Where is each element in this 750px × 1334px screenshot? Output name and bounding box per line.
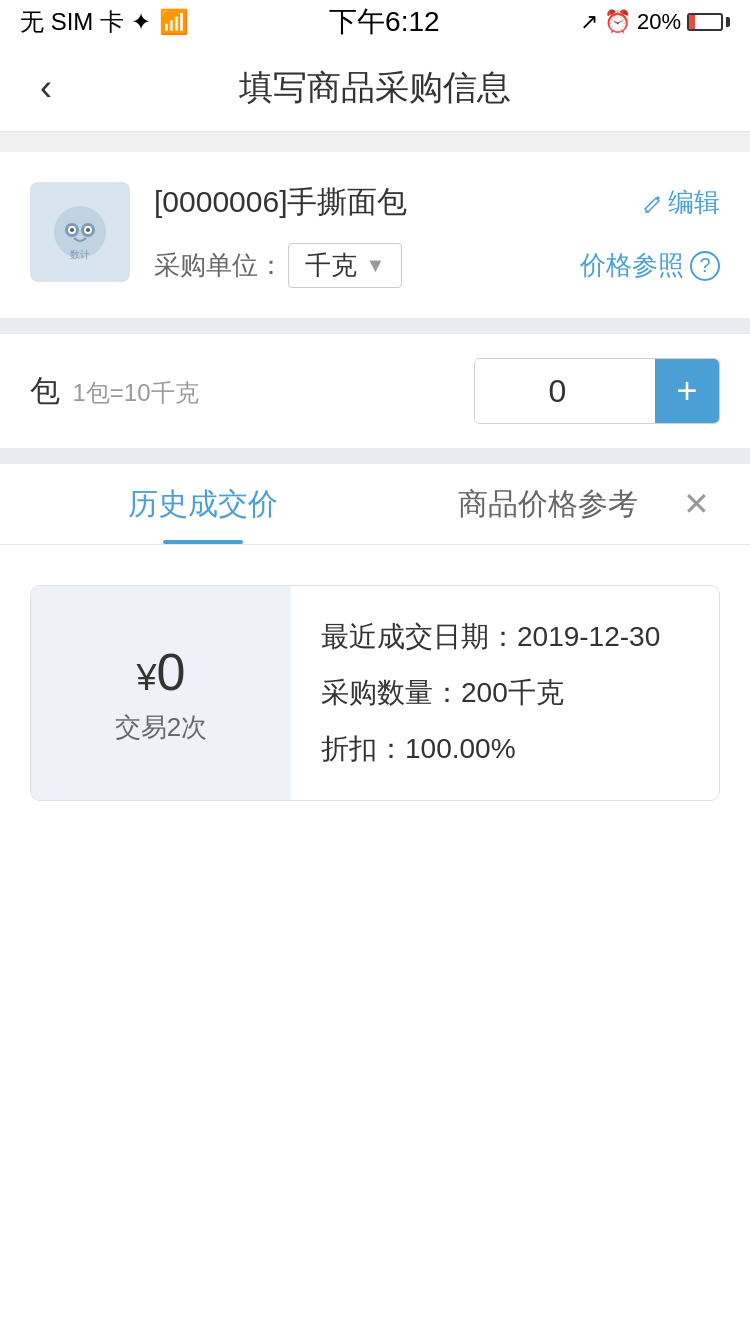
product-thumbnail: 数计: [30, 182, 130, 282]
unit-label: 采购单位：: [154, 250, 284, 280]
tab-close-button[interactable]: ✕: [673, 475, 720, 533]
section-divider-1: [0, 318, 750, 334]
status-time: 下午6:12: [329, 3, 440, 41]
wifi-icon: 📶: [159, 8, 189, 36]
history-price-left: ¥0 交易2次: [31, 586, 291, 800]
product-unit-row: 采购单位： 千克 ▼ 价格参照 ?: [154, 243, 720, 288]
discount-value: 100.00%: [405, 733, 516, 764]
quantity-control: +: [474, 358, 720, 424]
quantity-label-group: 包 1包=10千克: [30, 371, 199, 412]
alarm-icon: ⏰: [604, 9, 631, 35]
tab-price-reference[interactable]: 商品价格参考: [375, 464, 720, 544]
unit-label-group: 采购单位： 千克 ▼: [154, 243, 402, 288]
page-title: 填写商品采购信息: [239, 65, 511, 111]
back-button[interactable]: ‹: [30, 57, 62, 119]
history-detail-right: 最近成交日期：2019-12-30 采购数量：200千克 折扣：100.00%: [291, 586, 719, 800]
quantity-unit-label: 包: [30, 374, 60, 407]
svg-point-5: [70, 228, 74, 232]
unit-select[interactable]: 千克 ▼: [288, 243, 402, 288]
yen-symbol: ¥: [137, 657, 157, 698]
nav-bar: ‹ 填写商品采购信息: [0, 44, 750, 132]
bottom-space: [0, 945, 750, 1334]
price-ref-label: 价格参照: [580, 248, 684, 283]
quantity-plus-button[interactable]: +: [655, 359, 719, 423]
product-name-row: [0000006]手撕面包 编辑: [154, 182, 720, 223]
unit-value: 千克: [305, 248, 357, 283]
status-left: 无 SIM 卡 ✦ 📶: [20, 6, 189, 38]
edit-button[interactable]: 编辑: [642, 185, 720, 220]
product-info: [0000006]手撕面包 编辑 采购单位： 千克 ▼: [154, 182, 720, 288]
quantity-row: 包 1包=10千克 +: [0, 334, 750, 448]
svg-text:数计: 数计: [70, 249, 90, 260]
product-section: 数计 [0000006]手撕面包 编辑 采购单位：: [0, 152, 750, 318]
tab-active-underline: [163, 540, 243, 544]
product-row: 数计 [0000006]手撕面包 编辑 采购单位：: [30, 182, 720, 288]
recent-date-value: 2019-12-30: [517, 621, 660, 652]
purchase-quantity-label: 采购数量：: [321, 677, 461, 708]
dropdown-arrow-icon: ▼: [365, 254, 385, 277]
purchase-quantity-row: 采购数量：200千克: [321, 672, 689, 714]
recent-date-label: 最近成交日期：: [321, 621, 517, 652]
discount-label: 折扣：: [321, 733, 405, 764]
price-reference-button[interactable]: 价格参照 ?: [580, 248, 720, 283]
content-panel: ¥0 交易2次 最近成交日期：2019-12-30 采购数量：200千克 折扣：…: [0, 545, 750, 945]
location-icon: ↗: [580, 9, 598, 35]
battery-icon: [687, 13, 730, 31]
tabs-bar: 历史成交价 商品价格参考 ✕: [0, 464, 750, 545]
edit-icon: [642, 192, 664, 214]
status-right: ↗ ⏰ 20%: [580, 9, 730, 35]
history-trade-count: 交易2次: [115, 710, 207, 745]
discount-row: 折扣：100.00%: [321, 728, 689, 770]
status-bar: 无 SIM 卡 ✦ 📶 下午6:12 ↗ ⏰ 20%: [0, 0, 750, 44]
history-price-value: ¥0: [137, 642, 186, 702]
recent-date-row: 最近成交日期：2019-12-30: [321, 616, 689, 658]
tab-history-price[interactable]: 历史成交价: [30, 464, 375, 544]
help-icon: ?: [690, 251, 720, 281]
history-price-card: ¥0 交易2次 最近成交日期：2019-12-30 采购数量：200千克 折扣：…: [30, 585, 720, 801]
quantity-input[interactable]: [475, 359, 655, 423]
svg-point-6: [86, 228, 90, 232]
battery-percent: 20%: [637, 9, 681, 35]
purchase-quantity-value: 200千克: [461, 677, 564, 708]
section-divider-2: [0, 448, 750, 464]
product-logo-icon: 数计: [50, 202, 110, 262]
sim-text: 无 SIM 卡 ✦: [20, 6, 151, 38]
product-name: [0000006]手撕面包: [154, 182, 407, 223]
quantity-conversion: 1包=10千克: [72, 379, 198, 406]
